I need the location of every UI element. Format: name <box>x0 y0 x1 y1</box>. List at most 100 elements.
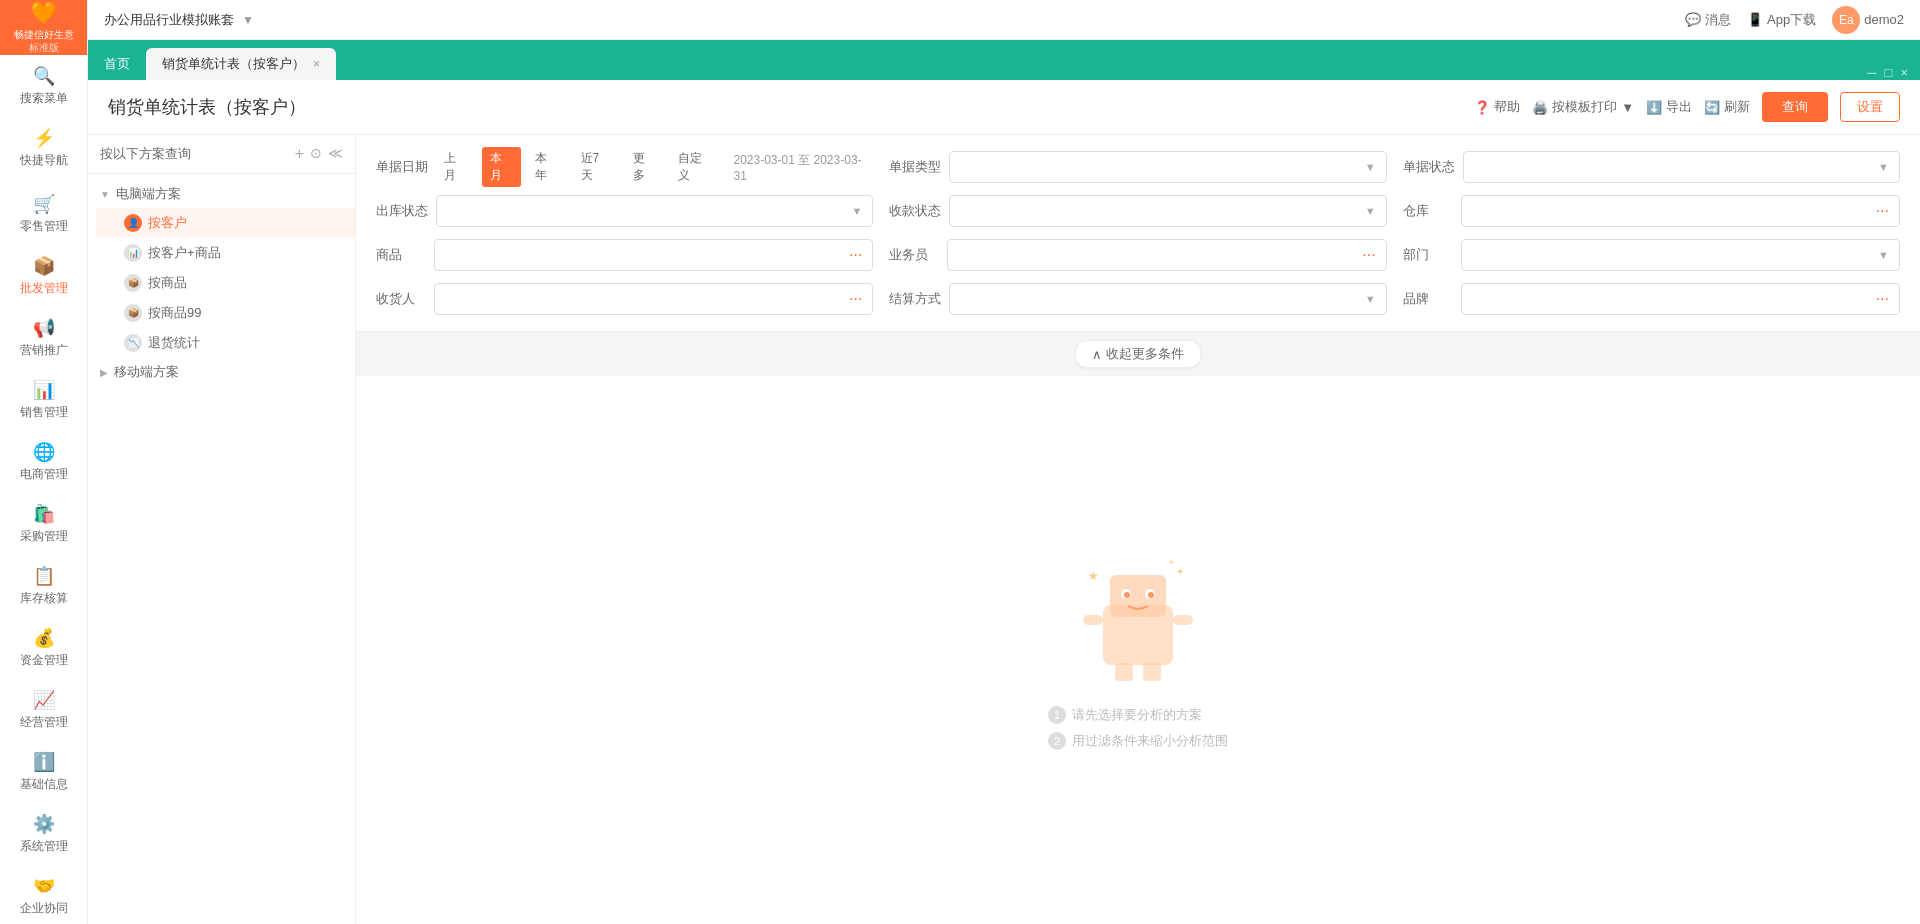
content-area: 销货单统计表（按客户） ❓ 帮助 🖨️ 按模板打印 ▼ ⬇️ 导出 🔄 刷新 <box>88 80 1920 924</box>
warehouse-control[interactable]: ··· <box>1461 195 1900 227</box>
message-label: 消息 <box>1705 11 1731 29</box>
print-btn[interactable]: 🖨️ 按模板打印 ▼ <box>1532 98 1634 116</box>
settlement-control[interactable]: ▼ <box>949 283 1386 315</box>
sidebar-item-enterprise[interactable]: 🤝 企业协同 <box>0 865 87 924</box>
close-btn[interactable]: × <box>1900 65 1908 80</box>
svg-rect-1 <box>1110 575 1166 617</box>
settings-button[interactable]: 设置 <box>1840 92 1900 122</box>
tree-group-desktop[interactable]: ▼ 电脑端方案 <box>88 180 355 208</box>
salesperson-control[interactable]: ··· <box>947 239 1386 271</box>
date-tab-7days[interactable]: 近7天 <box>573 147 619 187</box>
tab-home[interactable]: 首页 <box>88 48 146 80</box>
collapse-button[interactable]: ∧ 收起更多条件 <box>1075 340 1201 368</box>
sidebar-item-search[interactable]: 🔍 搜索菜单 <box>0 55 87 117</box>
sidebar-item-label: 快捷导航 <box>20 152 68 169</box>
tabs-controls: ─ □ × <box>1855 65 1920 80</box>
date-tab-this-year[interactable]: 本年 <box>527 147 567 187</box>
filter-collect-status: 收款状态 ▼ <box>889 195 1386 227</box>
sidebar-item-label: 搜索菜单 <box>20 90 68 107</box>
step-2-circle: 2 <box>1048 732 1066 750</box>
tree-desktop-items: 👤 按客户 📊 按客户+商品 📦 <box>96 208 355 358</box>
filter-row-1: 单据日期 上月 本月 本年 近7天 更多 自定义 20 <box>376 151 1900 183</box>
refresh-btn[interactable]: 🔄 刷新 <box>1704 98 1750 116</box>
sidebar-item-basic[interactable]: ℹ️ 基础信息 <box>0 741 87 803</box>
message-icon: 💬 <box>1685 12 1701 27</box>
sidebar-item-marketing[interactable]: 📢 营销推广 <box>0 307 87 369</box>
collapse-panel-btn[interactable]: ≪ <box>328 145 343 163</box>
brand-dots[interactable]: ··· <box>1876 290 1889 308</box>
out-status-control[interactable]: ▼ <box>436 195 873 227</box>
order-type-label: 单据类型 <box>889 158 941 176</box>
salesperson-dots[interactable]: ··· <box>1362 246 1375 264</box>
sidebar-item-management[interactable]: 📈 经营管理 <box>0 679 87 741</box>
sidebar-item-finance[interactable]: 💰 资金管理 <box>0 617 87 679</box>
receiver-control[interactable]: ··· <box>434 283 873 315</box>
marketing-icon: 📢 <box>33 317 55 339</box>
tab-sales-stats[interactable]: 销货单统计表（按客户） × <box>146 48 336 80</box>
topbar-dropdown[interactable]: ▼ <box>242 13 254 27</box>
tree-group-mobile[interactable]: ▶ 移动端方案 <box>88 358 355 386</box>
tree-item-by-product[interactable]: 📦 按商品 <box>96 268 355 298</box>
tabs-bar: 首页 销货单统计表（按客户） × ─ □ × <box>88 40 1920 80</box>
step-1-circle: 1 <box>1048 706 1066 724</box>
tree-item-by-customer[interactable]: 👤 按客户 <box>96 208 355 238</box>
scheme-icon-2: 📊 <box>124 244 142 262</box>
help-label: 帮助 <box>1494 98 1520 116</box>
filter-out-status: 出库状态 ▼ <box>376 195 873 227</box>
query-button[interactable]: 查询 <box>1762 92 1828 122</box>
order-type-control[interactable]: ▼ <box>949 151 1386 183</box>
sidebar-item-system[interactable]: ⚙️ 系统管理 <box>0 803 87 865</box>
print-dropdown-icon[interactable]: ▼ <box>1621 100 1634 115</box>
user-info[interactable]: Ea demo2 <box>1832 6 1904 34</box>
tree-item-return-stats[interactable]: 📉 退货统计 <box>96 328 355 358</box>
date-tab-more[interactable]: 更多 <box>625 147 665 187</box>
app-download-btn[interactable]: 📱 App下载 <box>1747 11 1816 29</box>
sidebar-item-ecommerce[interactable]: 🌐 电商管理 <box>0 431 87 493</box>
export-btn[interactable]: ⬇️ 导出 <box>1646 98 1692 116</box>
edit-scheme-btn[interactable]: ⊙ <box>310 145 322 163</box>
management-icon: 📈 <box>33 689 55 711</box>
order-status-control[interactable]: ▼ <box>1463 151 1900 183</box>
system-icon: ⚙️ <box>33 813 55 835</box>
sidebar-item-label: 零售管理 <box>20 218 68 235</box>
sidebar-item-inventory[interactable]: 📋 库存核算 <box>0 555 87 617</box>
maximize-btn[interactable]: □ <box>1885 65 1893 80</box>
sidebar-item-label: 资金管理 <box>20 652 68 669</box>
warehouse-dots[interactable]: ··· <box>1876 202 1889 220</box>
sidebar-item-purchase[interactable]: 🛍️ 采购管理 <box>0 493 87 555</box>
hint-1-text: 请先选择要分析的方案 <box>1072 706 1202 724</box>
date-tab-this-month[interactable]: 本月 <box>482 147 522 187</box>
svg-text:✦: ✦ <box>1168 558 1175 567</box>
tree-item-product-99[interactable]: 📦 按商品99 <box>96 298 355 328</box>
receiver-dots[interactable]: ··· <box>849 290 862 308</box>
sidebar-item-sales[interactable]: 📊 销售管理 <box>0 369 87 431</box>
tree-item-customer-product[interactable]: 📊 按客户+商品 <box>96 238 355 268</box>
logo-text: 畅捷信好生意 <box>14 28 74 41</box>
sidebar-item-quick-nav[interactable]: ⚡ 快捷导航 <box>0 117 87 179</box>
minimize-btn[interactable]: ─ <box>1867 65 1876 80</box>
product-control[interactable]: ··· <box>434 239 873 271</box>
product-label: 商品 <box>376 246 426 264</box>
sidebar-item-wholesale[interactable]: 📦 批发管理 <box>0 245 87 307</box>
add-scheme-btn[interactable]: + <box>295 145 304 163</box>
collect-status-control[interactable]: ▼ <box>949 195 1386 227</box>
app-logo: 🧡 畅捷信好生意 标准版 <box>0 0 88 55</box>
help-btn[interactable]: ❓ 帮助 <box>1474 98 1520 116</box>
empty-state: ★ ✦ ✦ 1 请先选择要分析的方案 2 用过滤条件来缩小分析范围 <box>356 376 1920 924</box>
logo-subtext: 标准版 <box>29 41 59 55</box>
dept-control[interactable]: ▼ <box>1461 239 1900 271</box>
tree-expand-icon: ▶ <box>100 367 108 378</box>
sidebar-item-label: 电商管理 <box>20 466 68 483</box>
topbar-right: 💬 消息 📱 App下载 Ea demo2 <box>1685 6 1904 34</box>
collapse-bar[interactable]: ∧ 收起更多条件 <box>356 332 1920 376</box>
date-tab-custom[interactable]: 自定义 <box>670 147 721 187</box>
product-dots[interactable]: ··· <box>849 246 862 264</box>
receiver-label: 收货人 <box>376 290 426 308</box>
date-tab-last-month[interactable]: 上月 <box>436 147 476 187</box>
tab-close-btn[interactable]: × <box>313 57 320 71</box>
sidebar-item-retail[interactable]: 🛒 零售管理 <box>0 183 87 245</box>
brand-control[interactable]: ··· <box>1461 283 1900 315</box>
warehouse-label: 仓库 <box>1403 202 1453 220</box>
refresh-label: 刷新 <box>1724 98 1750 116</box>
message-btn[interactable]: 💬 消息 <box>1685 11 1731 29</box>
